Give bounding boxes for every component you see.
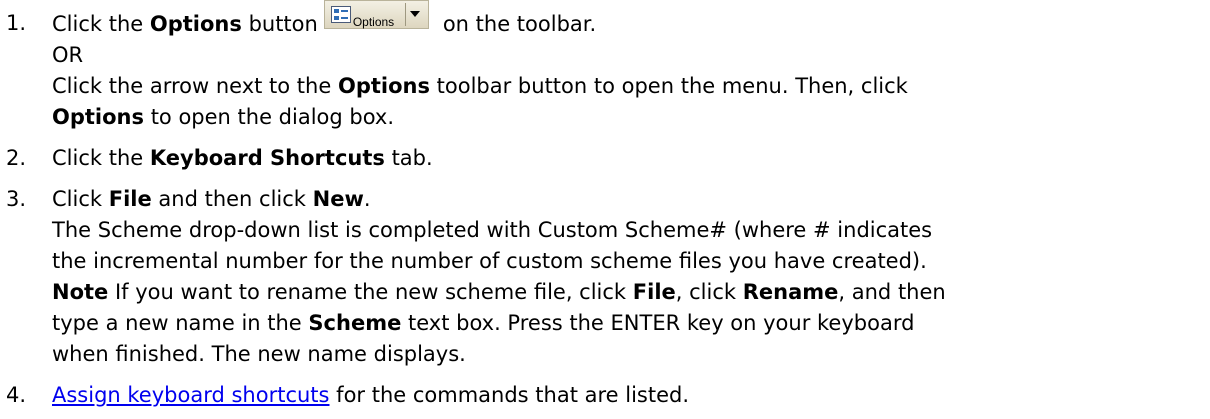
step-text: toolbar button to open the menu. Then, c…: [436, 74, 908, 98]
options-label: Options: [337, 74, 430, 98]
note-text: , and then: [838, 280, 946, 304]
step-2-line-1: Click the Keyboard Shortcuts tab.: [52, 143, 1210, 174]
step-text: on the toolbar.: [442, 12, 597, 36]
step-3-line-1: Click File and then click New.: [52, 184, 1210, 215]
scheme-label: Scheme: [308, 311, 402, 335]
dropdown-arrow-icon[interactable]: [409, 11, 420, 17]
note-text: If you want to rename the new scheme fil…: [114, 280, 627, 304]
step-text: and then click: [158, 187, 306, 211]
button-separator: [404, 3, 406, 26]
scheme-line-2: the incremental number for the number of…: [52, 249, 927, 273]
options-button-label: Options: [352, 15, 395, 29]
step-number: 4.: [6, 383, 27, 407]
step-number: 3.: [6, 187, 27, 211]
step-1-line-3: Click the arrow next to the Options tool…: [52, 71, 1210, 102]
step-text: for the commands that are listed.: [336, 383, 690, 407]
new-label: New: [312, 187, 364, 211]
scheme-line-1: The Scheme drop-down list is completed w…: [52, 218, 933, 242]
step-text: Click the arrow next to the: [52, 74, 332, 98]
note-label: Note: [52, 280, 109, 304]
note-line-2: type a new name in the Scheme text box. …: [52, 308, 1210, 339]
options-label: Options: [149, 12, 242, 36]
file-label: File: [632, 280, 676, 304]
options-toolbar-button[interactable]: Options: [323, 0, 429, 29]
instruction-steps: 1. Click the Options button Options on the…: [0, 0, 1210, 411]
file-label: File: [108, 187, 152, 211]
rename-label: Rename: [742, 280, 839, 304]
note-text: type a new name in the: [52, 311, 302, 335]
step-number: 2.: [6, 146, 27, 170]
step-1-line-4: Options to open the dialog box.: [52, 102, 1210, 133]
step-text: to open the dialog box.: [150, 105, 395, 129]
period: .: [363, 187, 371, 211]
step-number: 1.: [6, 11, 27, 35]
step-text: Click the: [52, 12, 144, 36]
step-4-line-1: Assign keyboard shortcuts for the comman…: [52, 380, 1210, 411]
step-2: 2. Click the Keyboard Shortcuts tab.: [0, 143, 1210, 174]
step-1-line-1: Click the Options button Options on the to…: [52, 0, 1210, 40]
or-text: OR: [52, 43, 84, 67]
tab-name: Keyboard Shortcuts: [149, 146, 385, 170]
note-line-1: Note If you want to rename the new schem…: [52, 277, 1210, 308]
assign-keyboard-shortcuts-link[interactable]: Assign keyboard shortcuts: [52, 383, 329, 407]
options-label: Options: [52, 105, 144, 129]
step-text: tab.: [391, 146, 433, 170]
step-1: 1. Click the Options button Options on the…: [0, 0, 1210, 133]
note-text: , click: [675, 280, 737, 304]
note-line-3: when finished. The new name displays.: [52, 342, 466, 366]
options-icon: [330, 6, 351, 23]
note-text: text box. Press the ENTER key on your ke…: [408, 311, 915, 335]
step-3: 3. Click File and then click New. The Sc…: [0, 184, 1210, 370]
step-4: 4. Assign keyboard shortcuts for the com…: [0, 380, 1210, 411]
step-text: Click: [52, 187, 103, 211]
step-text: button: [248, 12, 318, 36]
step-text: Click the: [52, 146, 144, 170]
